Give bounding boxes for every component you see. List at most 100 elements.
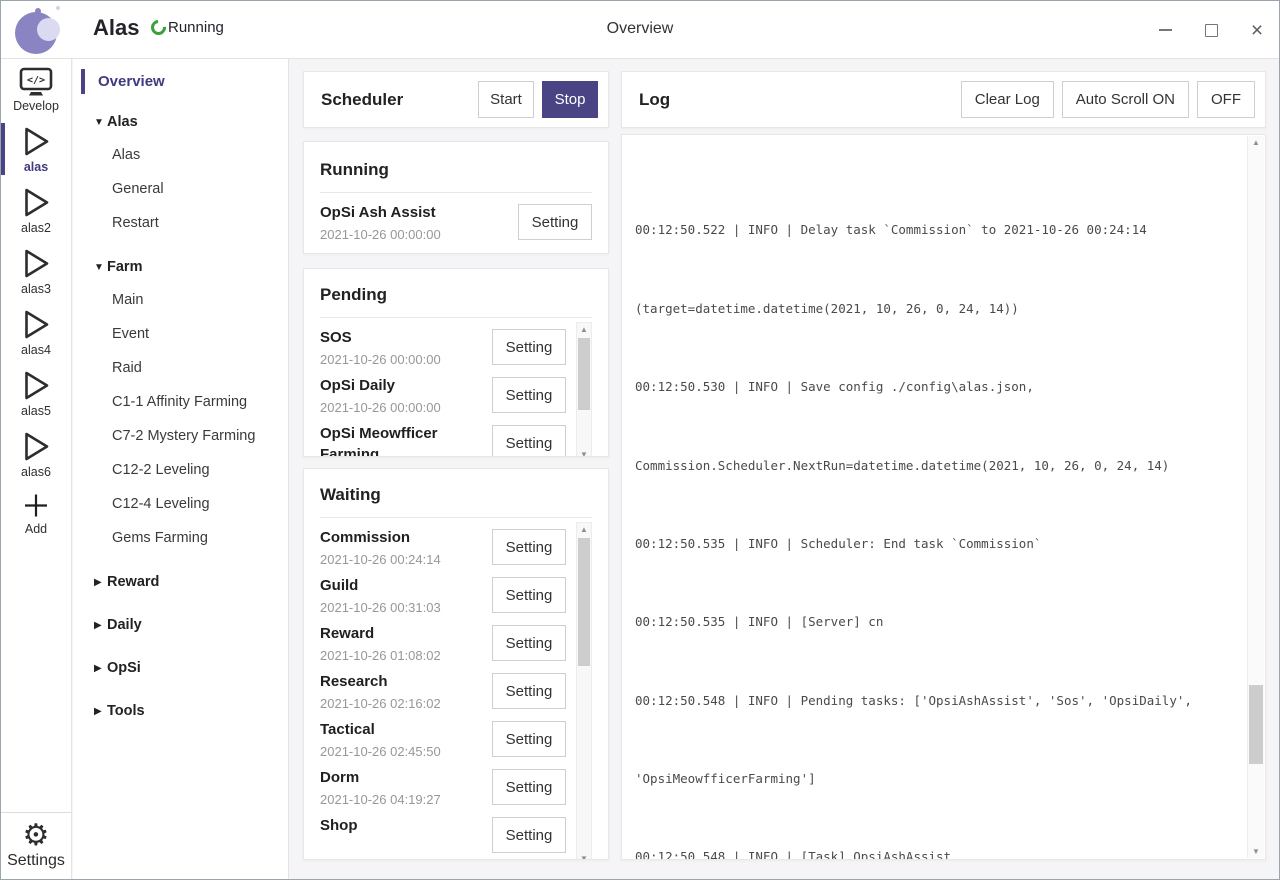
task-row: Shop Setting — [320, 815, 592, 853]
task-setting-button[interactable]: Setting — [492, 769, 566, 805]
waiting-task-list: Commission 2021-10-26 00:24:14 Setting G… — [320, 518, 592, 860]
task-setting-button[interactable]: Setting — [492, 817, 566, 853]
pending-panel: Pending SOS 2021-10-26 00:00:00 Setting … — [303, 268, 609, 457]
nav-item[interactable]: C7-2 Mystery Farming — [73, 419, 288, 453]
tree-arrow-icon: ▼ — [94, 262, 107, 273]
waiting-panel: Waiting Commission 2021-10-26 00:24:14 S… — [303, 468, 609, 860]
task-setting-button[interactable]: Setting — [492, 329, 566, 365]
rail-item-label: alas3 — [21, 282, 51, 296]
scroll-down-icon[interactable]: ▼ — [1248, 845, 1264, 858]
task-setting-button[interactable]: Setting — [492, 673, 566, 709]
nav-item-label: Gems Farming — [112, 530, 208, 546]
nav-item[interactable]: ▼ Farm — [73, 251, 288, 283]
auto-scroll-off-button[interactable]: OFF — [1197, 81, 1255, 118]
rail-item-develop[interactable]: </> Develop — [1, 62, 71, 117]
rail-item-instance[interactable]: alas6 — [1, 425, 71, 483]
task-name: Commission — [320, 527, 484, 548]
task-setting-button[interactable]: Setting — [492, 721, 566, 757]
rail-item-label: alas4 — [21, 343, 51, 357]
nav-item[interactable]: Raid — [73, 351, 288, 385]
task-name: Reward — [320, 623, 484, 644]
nav-item[interactable]: Alas — [73, 138, 288, 172]
log-title: Log — [639, 90, 670, 110]
code-monitor-icon: </> — [19, 67, 53, 97]
nav-item[interactable]: C12-4 Leveling — [73, 487, 288, 521]
task-name: Research — [320, 671, 484, 692]
nav-item[interactable]: General — [73, 172, 288, 206]
scrollbar-thumb[interactable] — [578, 338, 590, 410]
play-icon — [20, 369, 52, 402]
nav-item[interactable]: ▶ Tools — [73, 695, 288, 727]
nav-item[interactable]: Event — [73, 317, 288, 351]
nav-item[interactable]: Main — [73, 283, 288, 317]
task-next-run-time: 2021-10-26 00:00:00 — [320, 400, 484, 416]
nav-item[interactable]: C1-1 Affinity Farming — [73, 385, 288, 419]
scroll-up-icon[interactable]: ▲ — [577, 323, 591, 336]
nav-item[interactable]: Restart — [73, 206, 288, 240]
nav-item-label: C12-2 Leveling — [112, 462, 210, 478]
task-setting-button[interactable]: Setting — [492, 377, 566, 413]
rail-item-instance[interactable]: alas4 — [1, 303, 71, 361]
rail-item-instance[interactable]: alas5 — [1, 364, 71, 422]
maximize-button[interactable] — [1201, 20, 1221, 40]
task-setting-button[interactable]: Setting — [492, 577, 566, 613]
waiting-scrollbar[interactable]: ▲ ▼ — [576, 522, 592, 860]
close-icon: × — [1251, 20, 1263, 41]
scroll-down-icon[interactable]: ▼ — [577, 448, 591, 457]
nav-item[interactable]: C12-2 Leveling — [73, 453, 288, 487]
nav-item[interactable]: ▶ OpSi — [73, 652, 288, 684]
tree-arrow-icon: ▶ — [94, 706, 107, 717]
stop-button[interactable]: Stop — [542, 81, 598, 118]
task-name: SOS — [320, 327, 484, 348]
nav-item[interactable]: ▶ Reward — [73, 566, 288, 598]
scroll-down-icon[interactable]: ▼ — [577, 852, 591, 860]
scroll-up-icon[interactable]: ▲ — [1248, 136, 1264, 149]
log-line: 00:12:50.522 | INFO | Delay task `Commis… — [635, 220, 1247, 240]
nav-item-label: Daily — [107, 617, 142, 633]
log-line: 00:12:50.535 | INFO | Scheduler: End tas… — [635, 534, 1247, 554]
start-button[interactable]: Start — [478, 81, 534, 118]
nav-item-overview[interactable]: Overview — [73, 68, 288, 95]
pending-panel-title: Pending — [320, 279, 592, 318]
task-next-run-time: 2021-10-26 02:16:02 — [320, 696, 484, 712]
rail-item-instance[interactable]: alas — [1, 120, 71, 178]
log-output[interactable]: 00:12:50.522 | INFO | Delay task `Commis… — [622, 135, 1247, 859]
rail-item-label: Add — [25, 522, 47, 536]
play-icon — [20, 430, 52, 463]
pending-scrollbar[interactable]: ▲ ▼ — [576, 322, 592, 457]
rail-item-instance[interactable]: alas3 — [1, 242, 71, 300]
rail-item-add[interactable]: Add — [1, 486, 71, 540]
tree-arrow-icon: ▶ — [94, 577, 107, 588]
instance-list: alas alas2 alas3 alas4 — [1, 117, 71, 483]
task-row: OpSi Meowfficer Farming Setting — [320, 423, 592, 457]
nav-item[interactable]: ▼ Alas — [73, 106, 288, 138]
clear-log-button[interactable]: Clear Log — [961, 81, 1054, 118]
close-button[interactable]: × — [1247, 20, 1267, 40]
scrollbar-thumb[interactable] — [1249, 685, 1263, 764]
log-line: 00:12:50.530 | INFO | Save config ./conf… — [635, 377, 1247, 397]
rail-item-settings[interactable]: ⚙ Settings — [1, 812, 71, 879]
nav-item-label: C7-2 Mystery Farming — [112, 428, 255, 444]
task-setting-button[interactable]: Setting — [492, 625, 566, 661]
task-setting-button[interactable]: Setting — [518, 204, 592, 240]
auto-scroll-on-button[interactable]: Auto Scroll ON — [1062, 81, 1189, 118]
task-next-run-time: 2021-10-26 00:00:00 — [320, 227, 510, 243]
rail-item-label: alas6 — [21, 465, 51, 479]
running-panel-title: Running — [320, 154, 592, 193]
rail-item-instance[interactable]: alas2 — [1, 181, 71, 239]
scrollbar-thumb[interactable] — [578, 538, 590, 666]
log-panel-header: Log Clear Log Auto Scroll ON OFF — [621, 71, 1266, 128]
nav-item[interactable]: Gems Farming — [73, 521, 288, 555]
play-icon — [20, 125, 52, 158]
nav-item[interactable]: ▶ Daily — [73, 609, 288, 641]
task-row: SOS 2021-10-26 00:00:00 Setting — [320, 327, 592, 368]
minimize-button[interactable] — [1155, 20, 1175, 40]
scroll-up-icon[interactable]: ▲ — [577, 523, 591, 536]
log-scrollbar[interactable]: ▲ ▼ — [1247, 136, 1264, 858]
task-setting-button[interactable]: Setting — [492, 529, 566, 565]
rail-item-label: Settings — [7, 852, 65, 870]
log-line: 00:12:50.548 | INFO | [Task] OpsiAshAssi… — [635, 847, 1247, 859]
task-row: Dorm 2021-10-26 04:19:27 Setting — [320, 767, 592, 808]
task-setting-button[interactable]: Setting — [492, 425, 566, 457]
task-name: Tactical — [320, 719, 484, 740]
